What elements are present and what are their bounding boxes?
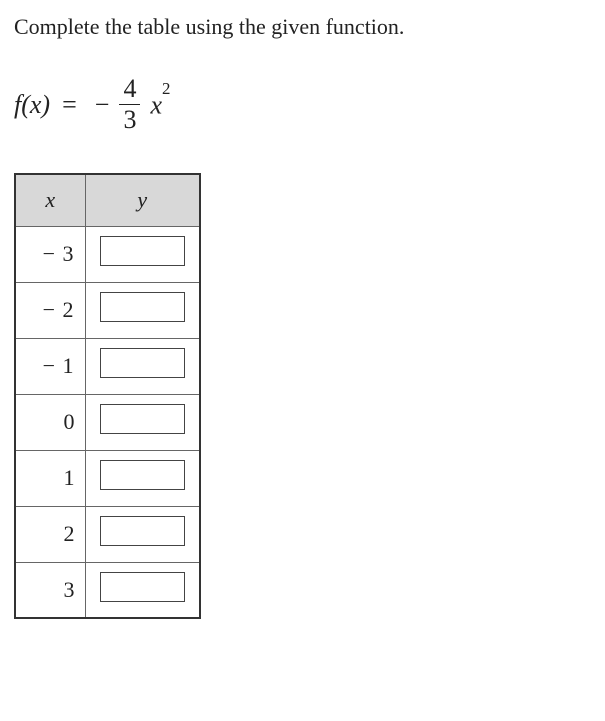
equals-sign: =	[62, 90, 77, 120]
header-y: y	[85, 174, 200, 226]
function-table: x y − 3 − 2 − 1 0 1 2 3	[14, 173, 201, 619]
x-cell-text: 2	[64, 521, 75, 546]
function-equation: f(x) = − 4 3 x2	[14, 76, 591, 133]
x-squared: x2	[150, 89, 170, 121]
x-value: − 3	[15, 226, 85, 282]
x-value: − 2	[15, 282, 85, 338]
table-row: − 3	[15, 226, 200, 282]
y-value-cell	[85, 450, 200, 506]
function-lhs: f(x)	[14, 90, 50, 120]
table-header-row: x y	[15, 174, 200, 226]
numerator: 4	[119, 76, 140, 105]
x-cell-text: − 2	[43, 297, 75, 322]
x-cell-text: − 1	[43, 353, 75, 378]
x-cell-text: − 3	[43, 241, 75, 266]
answer-input[interactable]	[100, 460, 185, 490]
answer-input[interactable]	[100, 572, 185, 602]
table-row: − 2	[15, 282, 200, 338]
answer-input[interactable]	[100, 292, 185, 322]
fraction: 4 3	[119, 76, 140, 133]
x-cell-text: 3	[64, 577, 75, 602]
y-value-cell	[85, 338, 200, 394]
x-cell-text: 0	[64, 409, 75, 434]
table-row: 3	[15, 562, 200, 618]
table-row: − 1	[15, 338, 200, 394]
x-value: 0	[15, 394, 85, 450]
table-row: 1	[15, 450, 200, 506]
x-value: 3	[15, 562, 85, 618]
x-value: 2	[15, 506, 85, 562]
y-value-cell	[85, 226, 200, 282]
y-value-cell	[85, 282, 200, 338]
table-row: 2	[15, 506, 200, 562]
negative-sign: −	[95, 90, 110, 120]
denominator: 3	[119, 105, 140, 133]
instruction-text: Complete the table using the given funct…	[14, 14, 591, 40]
table-row: 0	[15, 394, 200, 450]
answer-input[interactable]	[100, 348, 185, 378]
answer-input[interactable]	[100, 236, 185, 266]
answer-input[interactable]	[100, 404, 185, 434]
x-cell-text: 1	[64, 465, 75, 490]
answer-input[interactable]	[100, 516, 185, 546]
header-x: x	[15, 174, 85, 226]
y-value-cell	[85, 506, 200, 562]
x-value: 1	[15, 450, 85, 506]
variable-x: x	[150, 90, 162, 119]
exponent: 2	[162, 79, 170, 98]
y-value-cell	[85, 394, 200, 450]
y-value-cell	[85, 562, 200, 618]
x-value: − 1	[15, 338, 85, 394]
